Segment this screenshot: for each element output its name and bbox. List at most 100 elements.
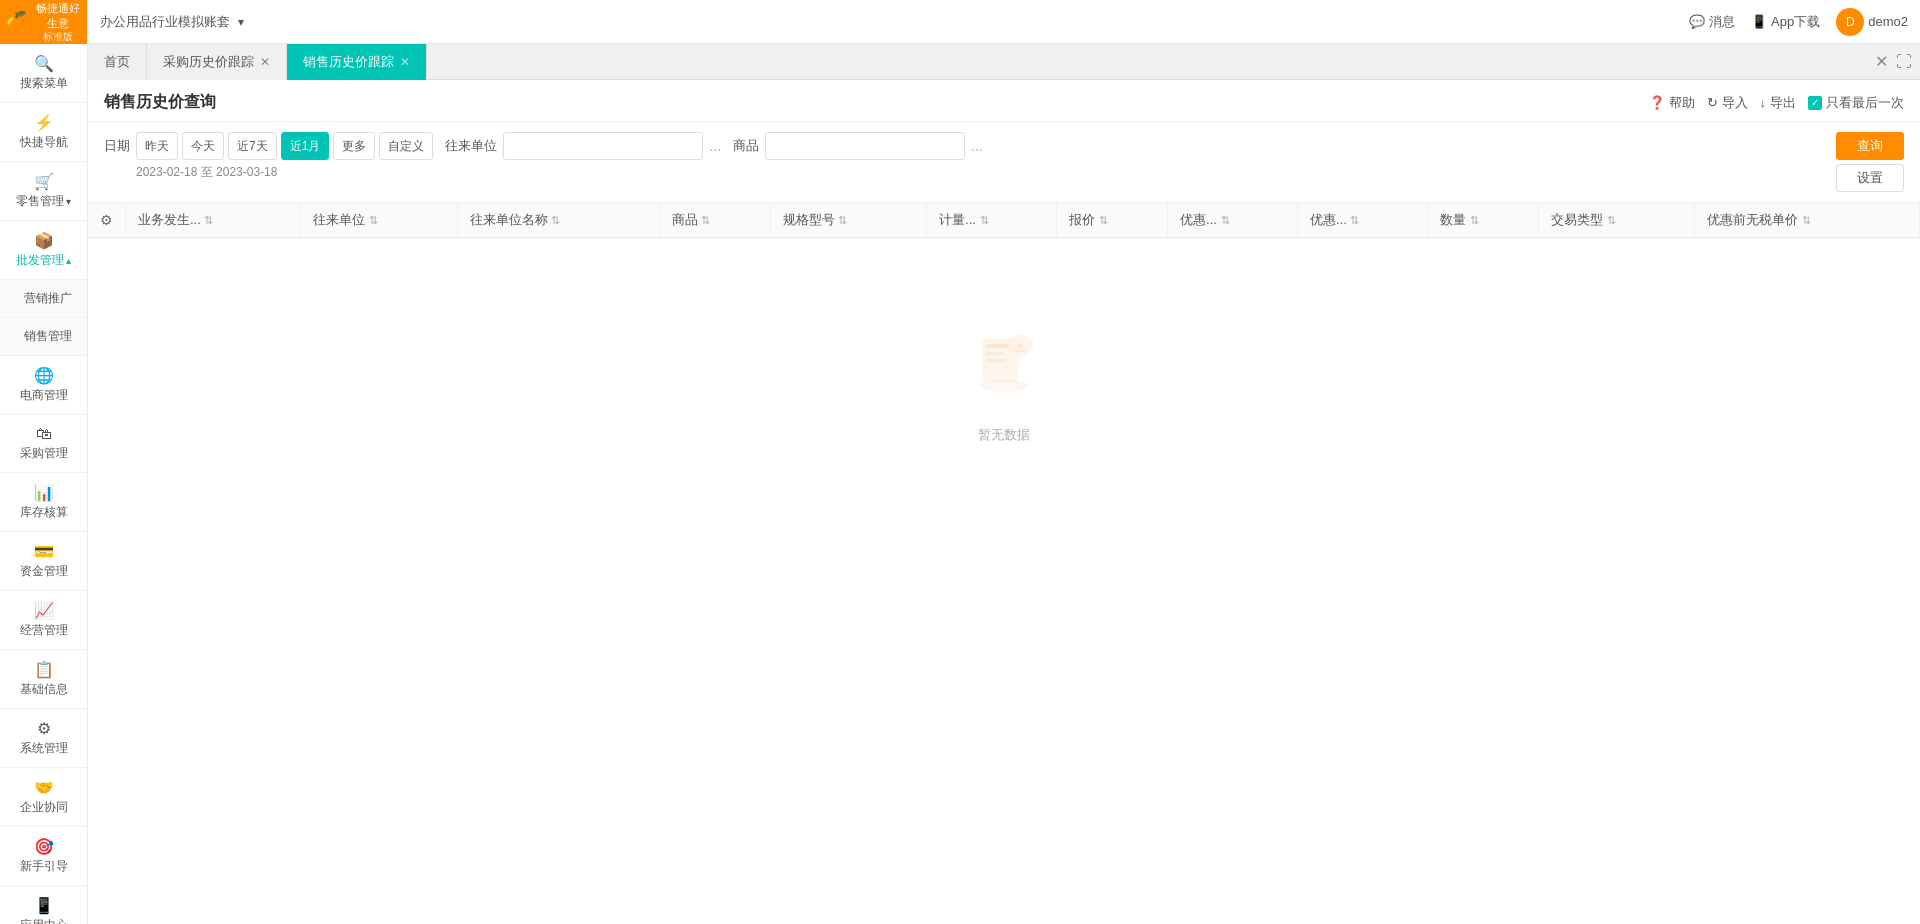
sidebar-item-finance[interactable]: 💳 资金管理 bbox=[0, 532, 87, 591]
column-discount1[interactable]: 优惠... ⇅ bbox=[1168, 203, 1298, 238]
last7days-btn[interactable]: 近7天 bbox=[228, 132, 277, 160]
import-button[interactable]: ↻ 导入 bbox=[1707, 94, 1748, 112]
empty-text: 暂无数据 bbox=[978, 426, 1030, 444]
settings-button[interactable]: 设置 bbox=[1836, 164, 1904, 192]
sidebar-item-inventory[interactable]: 📊 库存核算 bbox=[0, 473, 87, 532]
sidebar-item-base-info[interactable]: 📋 基础信息 bbox=[0, 650, 87, 709]
sort-icon: ⇅ bbox=[1099, 214, 1108, 226]
goods-dots-button[interactable]: ... bbox=[971, 138, 983, 154]
tab-bar: 首页 采购历史价跟踪 ✕ 销售历史价跟踪 ✕ ✕ ⛶ bbox=[88, 44, 1920, 80]
today-btn[interactable]: 今天 bbox=[182, 132, 224, 160]
wholesale-mgmt-icon: 📦 bbox=[34, 231, 54, 250]
sidebar-item-new-guide[interactable]: 🎯 新手引导 bbox=[0, 827, 87, 886]
column-goods-label: 商品 bbox=[672, 212, 698, 227]
help-button[interactable]: ❓ 帮助 bbox=[1649, 94, 1695, 112]
custom-btn[interactable]: 自定义 bbox=[379, 132, 433, 160]
finance-icon: 💳 bbox=[34, 542, 54, 561]
column-unit[interactable]: 计量... ⇅ bbox=[927, 203, 1057, 238]
sidebar-item-label: 经营管理 bbox=[20, 622, 68, 639]
column-pretax-price[interactable]: 优惠前无税单价 ⇅ bbox=[1695, 203, 1920, 238]
header-left: 办公用品行业模拟账套 ▾ bbox=[100, 13, 244, 31]
sidebar-item-label: 搜索菜单 bbox=[20, 75, 68, 92]
sidebar-item-purchase-mgmt[interactable]: 🛍 采购管理 bbox=[0, 415, 87, 473]
chevron-up-icon: ▴ bbox=[66, 255, 71, 266]
sales-history-tab-label: 销售历史价跟踪 bbox=[303, 53, 394, 71]
page-title: 销售历史价查询 bbox=[104, 92, 216, 113]
partner-dots-button[interactable]: ... bbox=[709, 138, 721, 154]
column-spec[interactable]: 规格型号 ⇅ bbox=[770, 203, 926, 238]
help-icon: ❓ bbox=[1649, 95, 1665, 110]
import-label: 导入 bbox=[1722, 94, 1748, 112]
partner-filter-label: 往来单位 bbox=[445, 132, 497, 160]
chevron-down-icon: ▾ bbox=[66, 196, 71, 207]
column-settings[interactable]: ⚙ bbox=[88, 203, 126, 238]
column-biz-date[interactable]: 业务发生... ⇅ bbox=[126, 203, 301, 238]
sidebar-item-label: 销售管理 bbox=[24, 328, 72, 345]
export-button[interactable]: ↓ 导出 bbox=[1760, 94, 1797, 112]
tab-sales-history[interactable]: 销售历史价跟踪 ✕ bbox=[287, 44, 427, 80]
sidebar-item-search-menu[interactable]: 🔍 搜索菜单 bbox=[0, 44, 87, 103]
only-last-checkbox[interactable]: ✓ 只看最后一次 bbox=[1808, 94, 1904, 112]
sidebar-item-operation-mgmt[interactable]: 📈 经营管理 bbox=[0, 591, 87, 650]
sidebar-item-ecommerce-mgmt[interactable]: 🌐 电商管理 bbox=[0, 356, 87, 415]
column-quote[interactable]: 报价 ⇅ bbox=[1057, 203, 1168, 238]
message-button[interactable]: 💬 消息 bbox=[1689, 13, 1735, 31]
maximize-button[interactable]: ⛶ bbox=[1896, 53, 1912, 71]
sidebar-item-marketing[interactable]: 营销推广 bbox=[0, 280, 87, 318]
logo-icon: 🍊 bbox=[4, 9, 29, 35]
sort-icon: ⇅ bbox=[1470, 214, 1479, 226]
column-goods[interactable]: 商品 ⇅ bbox=[659, 203, 770, 238]
home-tab-label: 首页 bbox=[104, 53, 130, 71]
app-download-icon: 📱 bbox=[1751, 14, 1767, 29]
sidebar-item-label: 零售管理 bbox=[16, 193, 64, 210]
settings-icon[interactable]: ⚙ bbox=[100, 212, 113, 228]
app-download-label: App下载 bbox=[1771, 13, 1820, 31]
yesterday-btn[interactable]: 昨天 bbox=[136, 132, 178, 160]
sidebar-item-label: 应用中心 bbox=[20, 917, 68, 924]
operation-icon: 📈 bbox=[34, 601, 54, 620]
column-trade-type[interactable]: 交易类型 ⇅ bbox=[1539, 203, 1695, 238]
app-logo: 🍊 畅捷通好生意 标准版 bbox=[0, 0, 87, 44]
header-dropdown-button[interactable]: ▾ bbox=[238, 15, 244, 29]
enterprise-icon: 🤝 bbox=[34, 778, 54, 797]
filter-bar: 日期 昨天 今天 近7天 近1月 更多 自定义 2023-02-18 至 202… bbox=[88, 122, 1920, 203]
column-partner-name[interactable]: 往来单位名称 ⇅ bbox=[457, 203, 659, 238]
column-quantity[interactable]: 数量 ⇅ bbox=[1427, 203, 1538, 238]
system-icon: ⚙ bbox=[37, 719, 51, 738]
date-options: 昨天 今天 近7天 近1月 更多 自定义 2023-02-18 至 2023-0… bbox=[136, 132, 433, 181]
tab-purchase-history[interactable]: 采购历史价跟踪 ✕ bbox=[147, 44, 287, 80]
svg-rect-3 bbox=[986, 352, 1004, 355]
sidebar-item-sales-mgmt[interactable]: 销售管理 bbox=[0, 318, 87, 356]
sales-history-close-icon[interactable]: ✕ bbox=[400, 56, 410, 68]
date-buttons: 昨天 今天 近7天 近1月 更多 自定义 bbox=[136, 132, 433, 160]
column-pretax-price-label: 优惠前无税单价 bbox=[1707, 212, 1798, 227]
column-discount2[interactable]: 优惠... ⇅ bbox=[1298, 203, 1428, 238]
user-menu[interactable]: D demo2 bbox=[1836, 8, 1908, 36]
header-right: 💬 消息 📱 App下载 D demo2 bbox=[1689, 8, 1908, 36]
date-filter-label: 日期 bbox=[104, 132, 130, 160]
sidebar-item-quick-nav[interactable]: ⚡ 快捷导航 bbox=[0, 103, 87, 162]
base-info-icon: 📋 bbox=[34, 660, 54, 679]
sidebar-item-app-center[interactable]: 📱 应用中心 bbox=[0, 886, 87, 924]
svg-rect-2 bbox=[986, 344, 1010, 348]
sidebar-item-enterprise[interactable]: 🤝 企业协同 bbox=[0, 768, 87, 827]
tab-home[interactable]: 首页 bbox=[88, 44, 147, 80]
sidebar-item-system-mgmt[interactable]: ⚙ 系统管理 bbox=[0, 709, 87, 768]
purchase-icon: 🛍 bbox=[36, 425, 52, 443]
partner-input[interactable] bbox=[503, 132, 703, 160]
app-download-button[interactable]: 📱 App下载 bbox=[1751, 13, 1820, 31]
more-btn[interactable]: 更多 bbox=[333, 132, 375, 160]
sort-icon: ⇅ bbox=[838, 214, 847, 226]
sidebar-item-label: 快捷导航 bbox=[20, 134, 68, 151]
goods-input[interactable] bbox=[765, 132, 965, 160]
sidebar-item-retail-mgmt[interactable]: 🛒 零售管理 ▾ bbox=[0, 162, 87, 221]
purchase-history-close-icon[interactable]: ✕ bbox=[260, 56, 270, 68]
query-button[interactable]: 查询 bbox=[1836, 132, 1904, 160]
close-tab-button[interactable]: ✕ bbox=[1875, 52, 1888, 71]
help-label: 帮助 bbox=[1669, 94, 1695, 112]
empty-state: 暂无数据 bbox=[88, 238, 1920, 524]
last1month-btn[interactable]: 近1月 bbox=[281, 132, 330, 160]
export-label: 导出 bbox=[1770, 94, 1796, 112]
sidebar-item-wholesale-mgmt[interactable]: 📦 批发管理 ▴ bbox=[0, 221, 87, 280]
column-partner-code[interactable]: 往来单位 ⇅ bbox=[301, 203, 457, 238]
